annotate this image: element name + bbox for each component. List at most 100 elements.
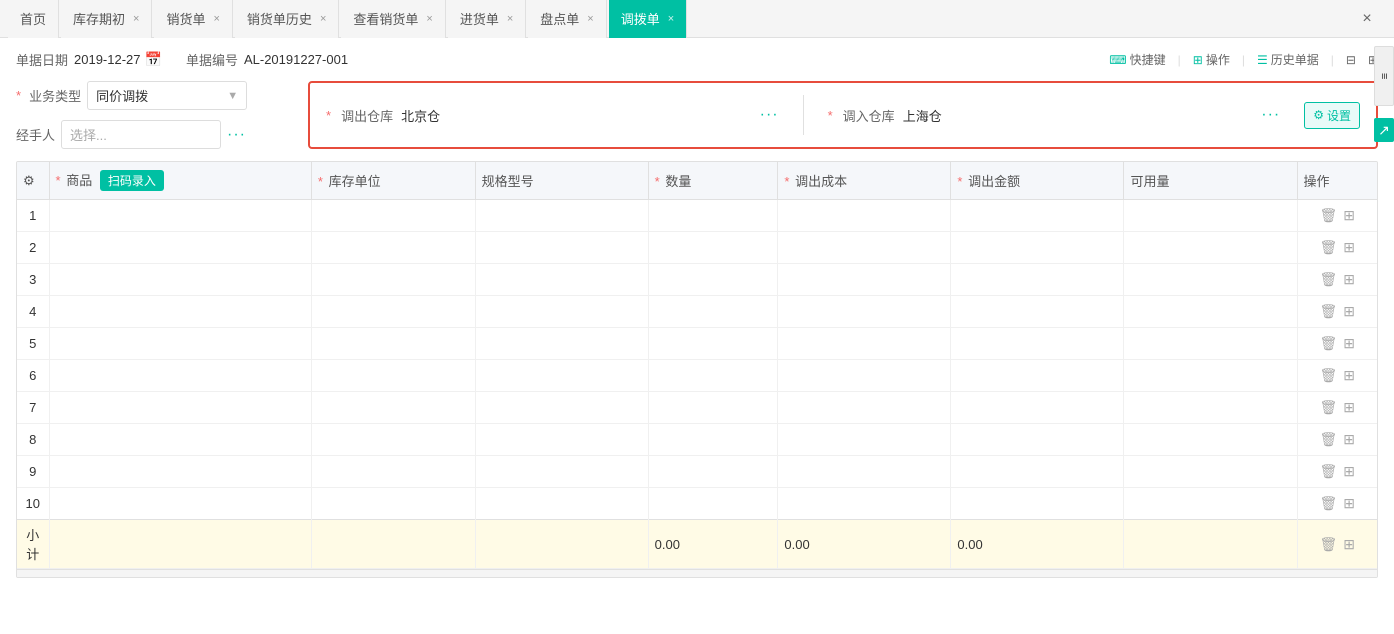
tab-sales-order-close[interactable]: ×	[213, 13, 219, 25]
tab-inventory-init[interactable]: 库存期初 ×	[61, 0, 152, 38]
cell-spec[interactable]	[475, 328, 648, 360]
cell-qty[interactable]	[648, 264, 778, 296]
copy-icon[interactable]: ⊞	[1343, 303, 1355, 320]
expand-panel-btn[interactable]: ↗	[1374, 118, 1394, 142]
cell-amount[interactable]	[951, 360, 1124, 392]
cell-product[interactable]	[49, 232, 311, 264]
cell-amount[interactable]	[951, 200, 1124, 232]
cell-amount[interactable]	[951, 392, 1124, 424]
operations-link[interactable]: ⊞ 操作	[1193, 51, 1230, 68]
cell-qty[interactable]	[648, 456, 778, 488]
tab-transfer-order-close[interactable]: ×	[668, 13, 674, 25]
cell-qty[interactable]	[648, 488, 778, 520]
layout-btn[interactable]: ⊟	[1346, 53, 1356, 67]
cell-amount[interactable]	[951, 232, 1124, 264]
delete-icon[interactable]: 🗑	[1319, 399, 1337, 416]
handler-select[interactable]: 选择...	[61, 120, 221, 149]
copy-icon[interactable]: ⊞	[1343, 495, 1355, 512]
cell-cost[interactable]	[778, 296, 951, 328]
tab-inventory-check[interactable]: 盘点单 ×	[528, 0, 606, 38]
cell-cost[interactable]	[778, 328, 951, 360]
calendar-icon[interactable]: 📅	[145, 51, 162, 68]
cell-cost[interactable]	[778, 200, 951, 232]
tab-home[interactable]: 首页	[8, 0, 59, 38]
delete-icon[interactable]: 🗑	[1319, 271, 1337, 288]
th-settings[interactable]: ⚙	[17, 162, 49, 200]
cell-cost[interactable]	[778, 232, 951, 264]
cell-product[interactable]	[49, 392, 311, 424]
copy-icon[interactable]: ⊞	[1343, 239, 1355, 256]
cell-cost[interactable]	[778, 264, 951, 296]
cell-product[interactable]	[49, 264, 311, 296]
cell-spec[interactable]	[475, 232, 648, 264]
copy-icon[interactable]: ⊞	[1343, 399, 1355, 416]
delete-icon[interactable]: 🗑	[1319, 431, 1337, 448]
copy-icon[interactable]: ⊞	[1343, 335, 1355, 352]
scan-button[interactable]: 扫码录入	[100, 170, 164, 191]
copy-icon[interactable]: ⊞	[1343, 207, 1355, 224]
cell-cost[interactable]	[778, 392, 951, 424]
delete-icon[interactable]: 🗑	[1319, 303, 1337, 320]
cell-product[interactable]	[49, 488, 311, 520]
cell-unit[interactable]	[311, 488, 475, 520]
cell-spec[interactable]	[475, 392, 648, 424]
tab-sales-history[interactable]: 销货单历史 ×	[235, 0, 339, 38]
tab-sales-history-close[interactable]: ×	[320, 13, 326, 25]
cell-qty[interactable]	[648, 360, 778, 392]
cell-spec[interactable]	[475, 296, 648, 328]
delete-icon[interactable]: 🗑	[1319, 239, 1337, 256]
delete-icon[interactable]: 🗑	[1319, 367, 1337, 384]
cell-unit[interactable]	[311, 328, 475, 360]
cell-amount[interactable]	[951, 264, 1124, 296]
cell-unit[interactable]	[311, 360, 475, 392]
tab-purchase-order[interactable]: 进货单 ×	[448, 0, 526, 38]
tab-sales-order[interactable]: 销货单 ×	[154, 0, 232, 38]
cell-spec[interactable]	[475, 360, 648, 392]
shortcuts-link[interactable]: ⌨ 快捷键	[1109, 51, 1165, 68]
business-type-dropdown[interactable]: 同价调拨 ▼	[87, 81, 247, 110]
cell-cost[interactable]	[778, 488, 951, 520]
cell-product[interactable]	[49, 200, 311, 232]
window-close-button[interactable]: ×	[1348, 0, 1386, 38]
copy-icon[interactable]: ⊞	[1343, 536, 1355, 553]
out-warehouse-more-icon[interactable]: ···	[760, 106, 779, 124]
tab-view-sales[interactable]: 查看销货单 ×	[341, 0, 445, 38]
cell-unit[interactable]	[311, 296, 475, 328]
note-panel-btn[interactable]: ≡	[1374, 46, 1394, 106]
delete-icon[interactable]: 🗑	[1319, 536, 1337, 553]
cell-unit[interactable]	[311, 456, 475, 488]
cell-cost[interactable]	[778, 424, 951, 456]
cell-amount[interactable]	[951, 488, 1124, 520]
delete-icon[interactable]: 🗑	[1319, 463, 1337, 480]
cell-amount[interactable]	[951, 296, 1124, 328]
cell-spec[interactable]	[475, 488, 648, 520]
cell-spec[interactable]	[475, 200, 648, 232]
settings-button[interactable]: ⚙ 设置	[1304, 102, 1360, 129]
cell-unit[interactable]	[311, 264, 475, 296]
cell-amount[interactable]	[951, 328, 1124, 360]
cell-qty[interactable]	[648, 328, 778, 360]
cell-unit[interactable]	[311, 232, 475, 264]
copy-icon[interactable]: ⊞	[1343, 463, 1355, 480]
cell-unit[interactable]	[311, 424, 475, 456]
cell-amount[interactable]	[951, 424, 1124, 456]
cell-cost[interactable]	[778, 456, 951, 488]
cell-qty[interactable]	[648, 200, 778, 232]
cell-spec[interactable]	[475, 456, 648, 488]
cell-product[interactable]	[49, 296, 311, 328]
cell-qty[interactable]	[648, 424, 778, 456]
history-link[interactable]: ☰ 历史单据	[1257, 51, 1319, 68]
handler-more-icon[interactable]: ···	[227, 126, 246, 144]
cell-unit[interactable]	[311, 392, 475, 424]
cell-qty[interactable]	[648, 232, 778, 264]
cell-product[interactable]	[49, 456, 311, 488]
in-warehouse-more-icon[interactable]: ···	[1261, 106, 1280, 124]
copy-icon[interactable]: ⊞	[1343, 367, 1355, 384]
cell-amount[interactable]	[951, 456, 1124, 488]
delete-icon[interactable]: 🗑	[1319, 207, 1337, 224]
cell-qty[interactable]	[648, 392, 778, 424]
tab-inventory-init-close[interactable]: ×	[133, 13, 139, 25]
cell-qty[interactable]	[648, 296, 778, 328]
copy-icon[interactable]: ⊞	[1343, 431, 1355, 448]
tab-view-sales-close[interactable]: ×	[426, 13, 432, 25]
